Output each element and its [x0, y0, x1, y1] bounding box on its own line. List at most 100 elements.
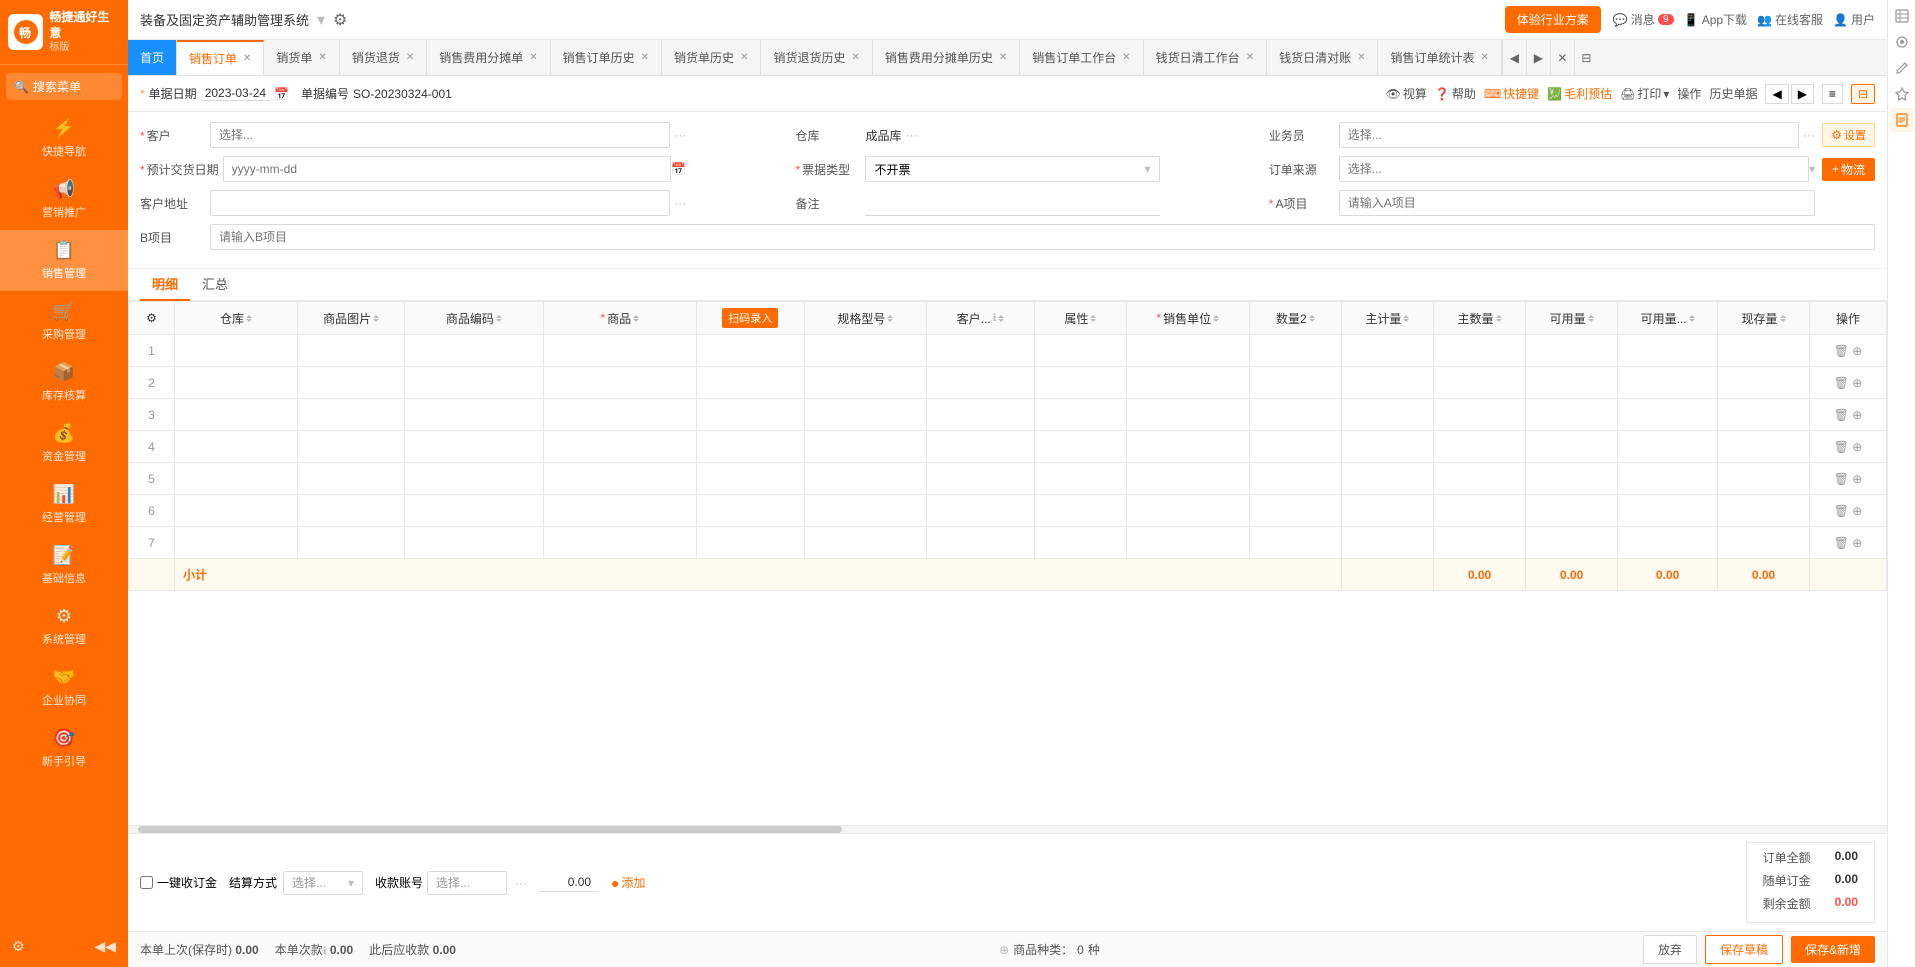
row-5-stock[interactable] — [1717, 463, 1809, 495]
th-scan[interactable]: 扫码录入 — [697, 302, 804, 335]
row-4-spec[interactable] — [804, 431, 927, 463]
row-4-scan[interactable] — [697, 431, 804, 463]
row-5-delete-icon[interactable]: 🗑 — [1834, 472, 1849, 486]
row-2-goods[interactable] — [543, 367, 697, 399]
row-1-available[interactable] — [1526, 335, 1618, 367]
row-2-attr[interactable] — [1034, 367, 1126, 399]
row-2-unit[interactable] — [1126, 367, 1249, 399]
row-2-copy-icon[interactable]: ⊕ — [1852, 376, 1862, 390]
tab-cash-workbench[interactable]: 钱货日清工作台 ✕ — [1144, 40, 1267, 76]
row-5-scan[interactable] — [697, 463, 804, 495]
account-select[interactable]: 选择... — [427, 871, 507, 895]
tab-sales-order-history[interactable]: 销售订单历史 ✕ — [551, 40, 662, 76]
row-6-qty2[interactable] — [1249, 495, 1341, 527]
row-2-qty2[interactable] — [1249, 367, 1341, 399]
row-7-attr[interactable] — [1034, 527, 1126, 559]
row-1-unit[interactable] — [1126, 335, 1249, 367]
row-6-copy-icon[interactable]: ⊕ — [1852, 504, 1862, 518]
tab-sales-stat[interactable]: 销售订单统计表 ✕ — [1378, 40, 1501, 76]
row-4-qty2[interactable] — [1249, 431, 1341, 463]
row-6-main-unit[interactable] — [1341, 495, 1433, 527]
th-available[interactable]: 可用量 — [1526, 302, 1618, 335]
one-click-checkbox-label[interactable]: 一键收订金 — [140, 874, 217, 891]
row-6-available2[interactable] — [1618, 495, 1718, 527]
row-4-stock[interactable] — [1717, 431, 1809, 463]
customer-dots[interactable]: ··· — [674, 128, 686, 142]
tab-close-sales-return[interactable]: ✕ — [406, 52, 414, 63]
sidebar-item-guide[interactable]: 🎯 新手引导 — [0, 718, 128, 779]
row-5-code[interactable] — [405, 463, 543, 495]
th-stock[interactable]: 现存量 — [1717, 302, 1809, 335]
row-7-customer-code[interactable] — [927, 527, 1034, 559]
sidebar-item-finance[interactable]: 💰 资金管理 — [0, 413, 128, 474]
th-main-unit[interactable]: 主计量 — [1341, 302, 1433, 335]
account-dots[interactable]: ··· — [515, 876, 527, 890]
row-7-stock[interactable] — [1717, 527, 1809, 559]
tab-cash-reconcile[interactable]: 钱货日清对账 ✕ — [1267, 40, 1378, 76]
tab-close-sales-goods-history[interactable]: ✕ — [740, 52, 748, 63]
row-1-attr[interactable] — [1034, 335, 1126, 367]
tab-close-sales-return-history[interactable]: ✕ — [851, 52, 859, 63]
row-7-goods[interactable] — [543, 527, 697, 559]
tab-close-sales-expense-history[interactable]: ✕ — [999, 52, 1007, 63]
row-4-image[interactable] — [297, 431, 404, 463]
row-5-goods[interactable] — [543, 463, 697, 495]
right-sidebar-btn-5[interactable] — [1890, 108, 1914, 132]
row-1-delete-icon[interactable]: 🗑 — [1834, 344, 1849, 358]
row-1-qty2[interactable] — [1249, 335, 1341, 367]
row-4-goods[interactable] — [543, 431, 697, 463]
tab-sales-expense[interactable]: 销售费用分摊单 ✕ — [427, 40, 550, 76]
warehouse-dots[interactable]: ··· — [905, 128, 917, 142]
tab-close-cash-reconcile[interactable]: ✕ — [1357, 52, 1365, 63]
th-unit[interactable]: *销售单位 — [1126, 302, 1249, 335]
tab-close-sales-goods[interactable]: ✕ — [318, 52, 326, 63]
row-6-customer-code[interactable] — [927, 495, 1034, 527]
shortcut-btn[interactable]: ⌨ 快捷键 — [1484, 85, 1539, 102]
sidebar-item-system[interactable]: ⚙ 系统管理 — [0, 596, 128, 657]
row-2-scan[interactable] — [697, 367, 804, 399]
sidebar-item-collab[interactable]: 🤝 企业协同 — [0, 657, 128, 718]
row-6-available[interactable] — [1526, 495, 1618, 527]
row-2-main-unit[interactable] — [1341, 367, 1433, 399]
tab-menu-button[interactable]: ⊟ — [1574, 40, 1598, 76]
sidebar-item-base[interactable]: 📝 基础信息 — [0, 535, 128, 596]
right-sidebar-btn-3[interactable] — [1890, 56, 1914, 80]
help-btn[interactable]: ❓ 帮助 — [1435, 85, 1476, 102]
row-5-available2[interactable] — [1618, 463, 1718, 495]
row-2-main-qty[interactable] — [1433, 367, 1525, 399]
th-attr[interactable]: 属性 — [1034, 302, 1126, 335]
tab-detail[interactable]: 明细 — [140, 268, 190, 301]
row-2-available2[interactable] — [1618, 367, 1718, 399]
row-1-stock[interactable] — [1717, 335, 1809, 367]
row-6-warehouse[interactable] — [175, 495, 298, 527]
sidebar-item-inventory[interactable]: 📦 库存核算 — [0, 352, 128, 413]
row-1-scan[interactable] — [697, 335, 804, 367]
view-btn[interactable]: 👁 视算 — [1386, 85, 1427, 102]
row-6-main-qty[interactable] — [1433, 495, 1525, 527]
row-5-main-unit[interactable] — [1341, 463, 1433, 495]
print-btn[interactable]: 🖨 打印 ▾ — [1620, 85, 1669, 102]
row-3-qty2[interactable] — [1249, 399, 1341, 431]
row-3-spec[interactable] — [804, 399, 927, 431]
th-spec[interactable]: 规格型号 — [804, 302, 927, 335]
row-5-attr[interactable] — [1034, 463, 1126, 495]
address-dots[interactable]: ··· — [674, 196, 686, 210]
row-3-delete-icon[interactable]: 🗑 — [1834, 408, 1849, 422]
scan-button[interactable]: 扫码录入 — [722, 308, 778, 328]
tab-sales-workbench[interactable]: 销售订单工作台 ✕ — [1020, 40, 1143, 76]
tab-close-sales-order[interactable]: ✕ — [243, 53, 251, 64]
row-2-available[interactable] — [1526, 367, 1618, 399]
row-4-attr[interactable] — [1034, 431, 1126, 463]
row-1-spec[interactable] — [804, 335, 927, 367]
form-view-button[interactable]: ⊟ — [1851, 84, 1875, 104]
th-main-qty[interactable]: 主数量 — [1433, 302, 1525, 335]
th-qty2[interactable]: 数量2 — [1249, 302, 1341, 335]
b-project-input[interactable] — [210, 224, 1875, 250]
row-7-available2[interactable] — [1618, 527, 1718, 559]
prev-record-button[interactable]: ◀ — [1765, 84, 1788, 104]
tab-sales-goods-history[interactable]: 销货单历史 ✕ — [662, 40, 761, 76]
history-btn[interactable]: 历史单据 — [1709, 85, 1757, 102]
remark-input[interactable] — [865, 190, 1159, 216]
row-3-unit[interactable] — [1126, 399, 1249, 431]
tab-sales-order[interactable]: 销售订单 ✕ — [177, 40, 264, 76]
